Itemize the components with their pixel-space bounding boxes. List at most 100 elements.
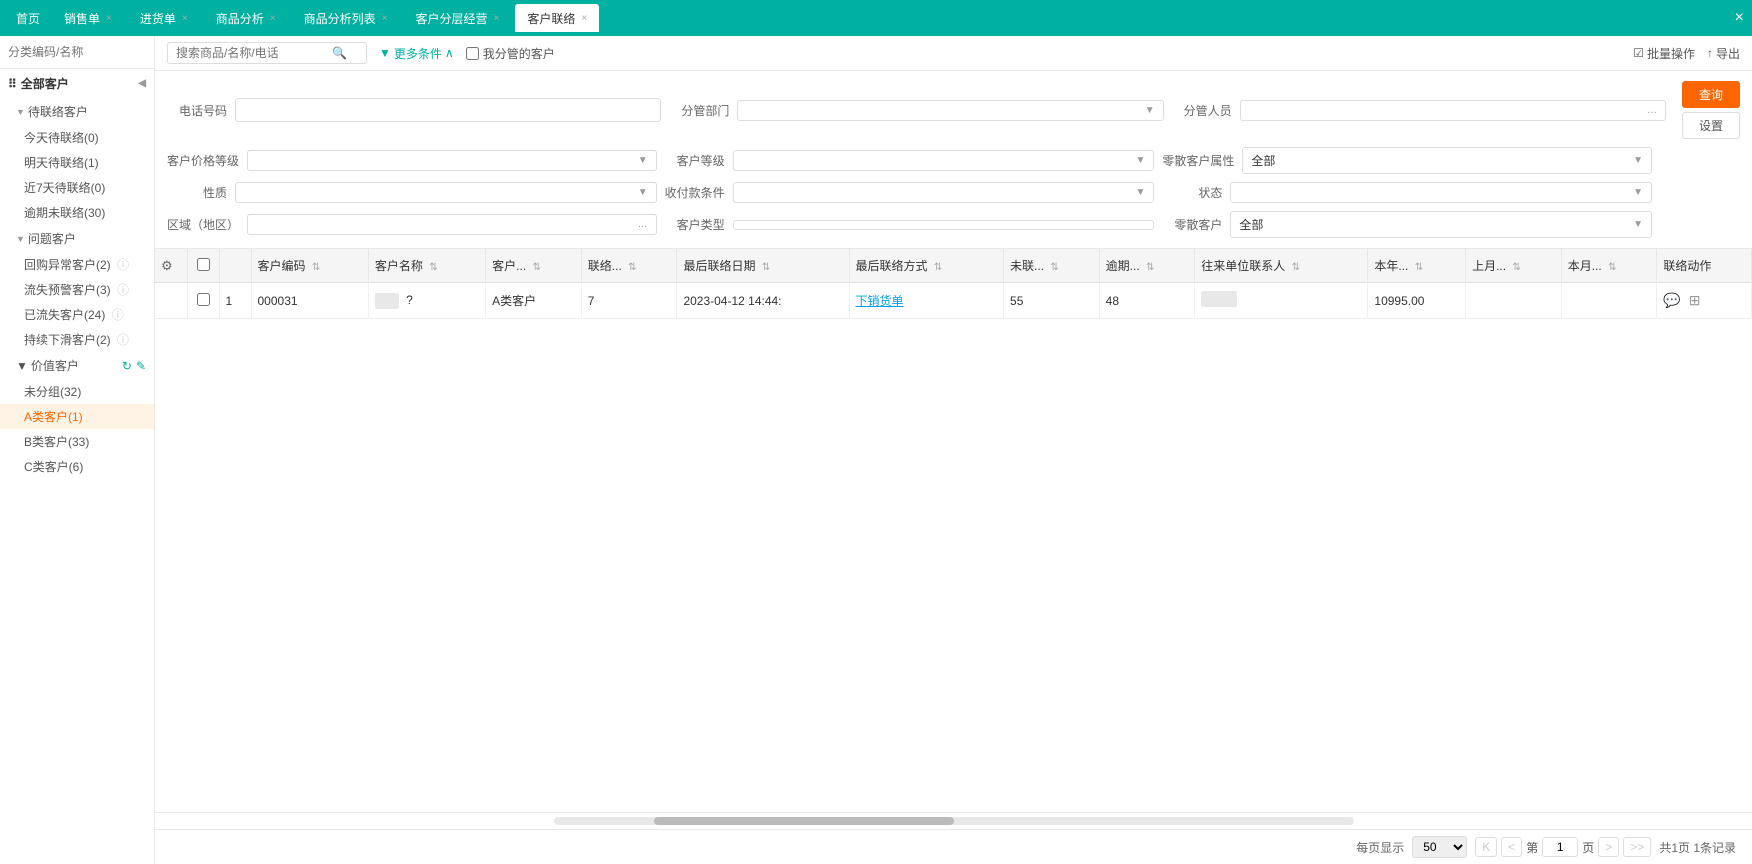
sidebar-item-today[interactable]: 今天待联络(0)	[0, 125, 154, 150]
col-last-contact-way[interactable]: 最后联络方式 ⇅	[849, 249, 1004, 283]
last-page-button[interactable]: >>	[1623, 837, 1651, 857]
nature-select[interactable]: ▼	[235, 182, 657, 203]
status-label: 状态	[1162, 184, 1222, 201]
close-tab-customer-contact[interactable]: ×	[581, 13, 587, 24]
sidebar-item-repurchase[interactable]: 回购异常客户(2) ⓘ	[0, 252, 154, 277]
retail-attr-select[interactable]: 全部▼	[1242, 147, 1652, 174]
dept-select[interactable]: ▼	[737, 100, 1163, 121]
sidebar-item-c-class[interactable]: C类客户(6)	[0, 454, 154, 479]
close-tab-purchase[interactable]: ×	[182, 13, 188, 24]
region-select[interactable]: …	[247, 214, 657, 235]
scrollbar-thumb[interactable]	[654, 817, 954, 825]
level-select[interactable]: ▼	[733, 150, 1155, 171]
more-filters-button[interactable]: ▼ 更多条件 ∧	[379, 45, 454, 62]
col-not-contact[interactable]: 未联... ⇅	[1004, 249, 1100, 283]
batch-op-button[interactable]: ☑ 批量操作	[1633, 45, 1695, 62]
search-input[interactable]	[176, 46, 326, 60]
filter-row-3: 性质 ▼ 收付款条件 ▼ 状态 ▼	[167, 182, 1740, 203]
col-index	[219, 249, 251, 283]
row-config-cell	[155, 283, 187, 319]
tab-sales[interactable]: 销售单 ×	[52, 4, 124, 32]
sidebar-item-tomorrow[interactable]: 明天待联络(1)	[0, 150, 154, 175]
sort-icon-year: ⇅	[1415, 262, 1423, 273]
tab-analysis[interactable]: 商品分析 ×	[204, 4, 288, 32]
manager-select[interactable]: …	[1240, 100, 1666, 121]
close-tab-sales[interactable]: ×	[106, 13, 112, 24]
customer-type-select[interactable]	[733, 220, 1155, 230]
sidebar-search-input[interactable]	[8, 45, 155, 59]
col-last-month[interactable]: 上月... ⇅	[1466, 249, 1562, 283]
phone-input[interactable]	[235, 98, 661, 122]
sidebar-item-b-class[interactable]: B类客户(33)	[0, 429, 154, 454]
col-this-month[interactable]: 本月... ⇅	[1561, 249, 1657, 283]
price-level-label: 客户价格等级	[167, 152, 239, 169]
sort-icon-contact: ⇅	[628, 262, 636, 273]
col-customer-type[interactable]: 客户... ⇅	[486, 249, 582, 283]
next-page-button[interactable]: >	[1598, 837, 1619, 857]
nature-field: 性质 ▼	[167, 182, 657, 203]
page-size-select[interactable]: 50 100 200	[1412, 836, 1467, 858]
sort-icon-type: ⇅	[533, 262, 541, 273]
pay-condition-select[interactable]: ▼	[733, 182, 1155, 203]
query-button[interactable]: 查询	[1682, 81, 1740, 108]
close-tab-analysis-list[interactable]: ×	[382, 13, 388, 24]
prev-page-button[interactable]: <	[1501, 837, 1522, 857]
retail-customer-select[interactable]: 全部▼	[1230, 211, 1652, 238]
data-table-wrap: ⚙ 客户编码 ⇅ 客户名称 ⇅	[155, 249, 1752, 812]
first-page-button[interactable]: K	[1475, 837, 1497, 857]
customer-table: ⚙ 客户编码 ⇅ 客户名称 ⇅	[155, 249, 1752, 319]
tab-purchase[interactable]: 进货单 ×	[128, 4, 200, 32]
tab-customer-segment[interactable]: 客户分层经营 ×	[403, 4, 511, 32]
row-last-contact-way: 下销货单	[849, 283, 1004, 319]
chat-icon[interactable]: 💬	[1663, 292, 1680, 309]
close-tab-analysis[interactable]: ×	[270, 13, 276, 24]
price-level-select[interactable]: ▼	[247, 150, 657, 171]
col-overdue[interactable]: 逾期... ⇅	[1099, 249, 1195, 283]
refresh-icon[interactable]: ↻	[122, 359, 132, 373]
col-this-year[interactable]: 本年... ⇅	[1368, 249, 1466, 283]
search-icon-filter[interactable]: 🔍	[332, 46, 347, 60]
row-checkbox[interactable]	[197, 293, 210, 306]
col-config[interactable]: ⚙	[155, 249, 187, 283]
col-company-contact[interactable]: 往来单位联系人 ⇅	[1195, 249, 1368, 283]
tab-customer-contact[interactable]: 客户联络 ×	[515, 4, 599, 32]
sidebar-item-churned[interactable]: 已流失客户(24) ⓘ	[0, 302, 154, 327]
filter-row-4: 区域（地区） … 客户类型 零散客户 全部▼	[167, 211, 1740, 238]
pending-contact-group[interactable]: ▼ 待联络客户	[0, 98, 154, 125]
page-number-input[interactable]	[1542, 837, 1578, 857]
sidebar-item-a-class[interactable]: A类客户(1)	[0, 404, 154, 429]
sidebar-item-overdue[interactable]: 逾期未联络(30)	[0, 200, 154, 225]
export-button[interactable]: ↑ 导出	[1707, 45, 1740, 62]
col-last-contact-date[interactable]: 最后联络日期 ⇅	[677, 249, 849, 283]
sidebar-item-declining[interactable]: 持续下滑客户(2) ⓘ	[0, 327, 154, 352]
close-tab-customer-segment[interactable]: ×	[493, 13, 499, 24]
total-records-label: 共1页 1条记录	[1659, 839, 1736, 856]
sidebar-item-ungroup[interactable]: 未分组(32)	[0, 379, 154, 404]
status-select[interactable]: ▼	[1230, 182, 1652, 203]
company-contact-tag	[1201, 291, 1237, 307]
sidebar-search-bar: 🔍	[0, 36, 154, 69]
home-tab[interactable]: 首页	[8, 10, 48, 27]
sidebar-item-7days[interactable]: 近7天待联络(0)	[0, 175, 154, 200]
edit-icon[interactable]: ✎	[136, 359, 146, 373]
col-code[interactable]: 客户编码 ⇅	[251, 249, 368, 283]
problem-customer-group[interactable]: ▼ 问题客户	[0, 225, 154, 252]
name-tag	[375, 293, 399, 309]
top-navigation: 首页 销售单 × 进货单 × 商品分析 × 商品分析列表 × 客户分层经营 × …	[0, 0, 1752, 36]
all-customers-header[interactable]: ⠿ 全部客户 ◀	[0, 69, 154, 98]
filter-row-1: 电话号码 分管部门 ▼ 分管人员 … 查询 设置	[167, 81, 1740, 139]
my-customers-checkbox[interactable]	[466, 47, 479, 60]
nature-label: 性质	[167, 184, 227, 201]
setting-button[interactable]: 设置	[1682, 112, 1740, 139]
grid-action-icon[interactable]: ⊞	[1689, 292, 1701, 309]
sidebar-item-churn-warning[interactable]: 流失预警客户(3) ⓘ	[0, 277, 154, 302]
config-icon[interactable]: ⚙	[161, 258, 173, 273]
tab-analysis-list[interactable]: 商品分析列表 ×	[292, 4, 400, 32]
col-name[interactable]: 客户名称 ⇅	[368, 249, 485, 283]
select-all-checkbox[interactable]	[197, 258, 210, 271]
contact-way-link[interactable]: 下销货单	[856, 294, 904, 308]
window-close-button[interactable]: ×	[1735, 9, 1744, 27]
horizontal-scrollbar[interactable]	[554, 817, 1354, 825]
value-customer-header[interactable]: ▼ 价值客户 ↻ ✎	[0, 352, 154, 379]
col-contact[interactable]: 联络... ⇅	[581, 249, 677, 283]
